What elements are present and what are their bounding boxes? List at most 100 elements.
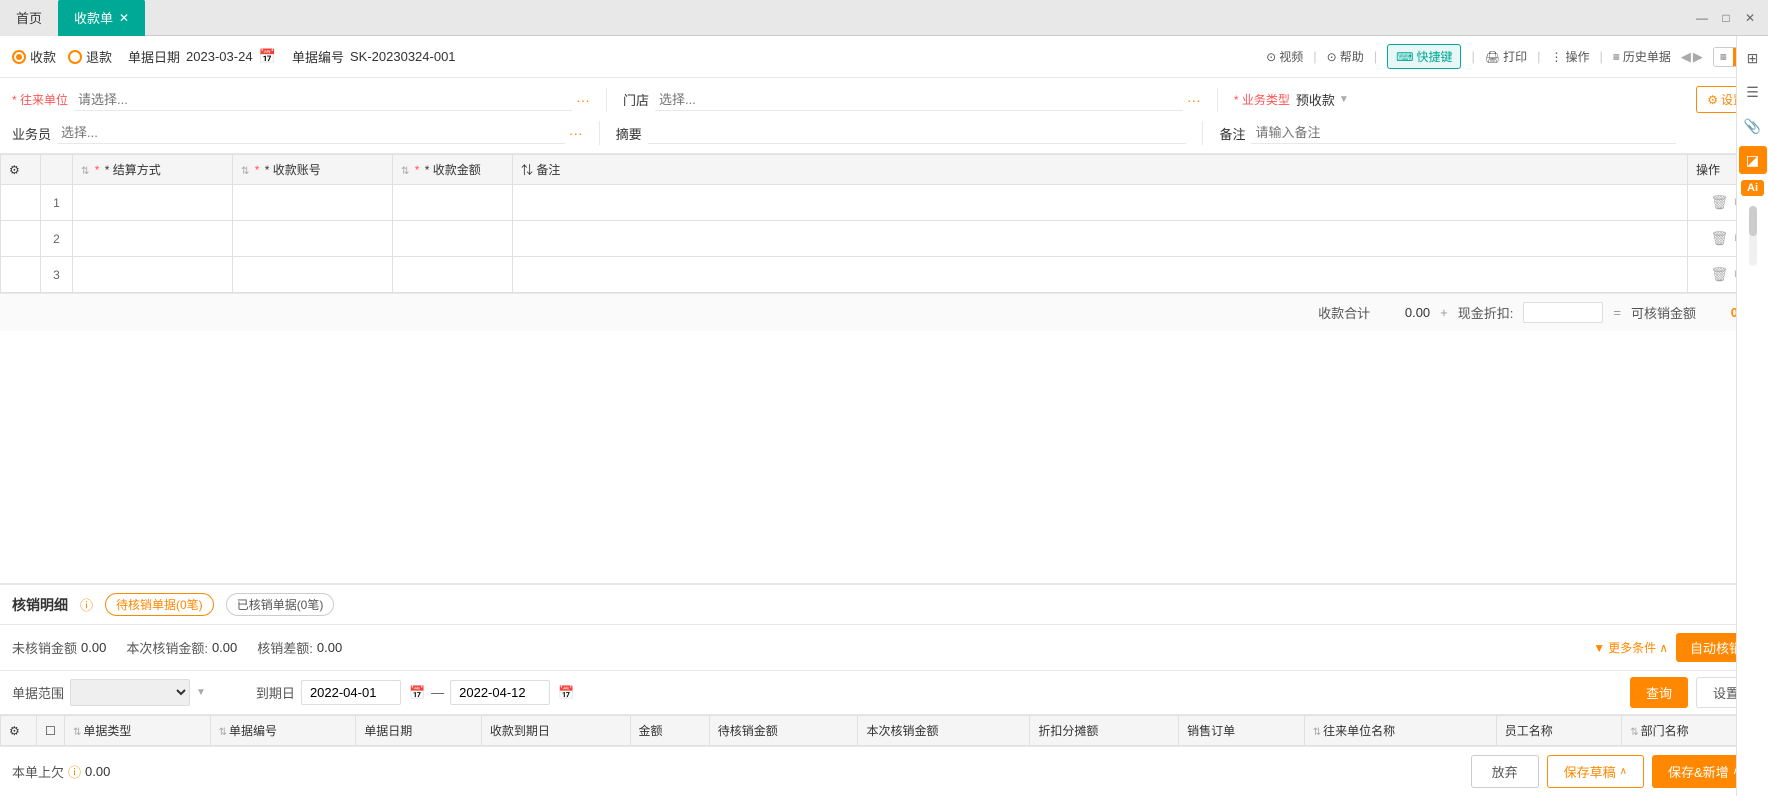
amount-sort-icon: ⇅ <box>401 166 409 177</box>
row3-delete-icon[interactable]: 🗑 <box>1711 266 1729 283</box>
row2-settle[interactable] <box>73 221 233 257</box>
view-list-button[interactable]: ≡ <box>1714 48 1733 66</box>
operation-icon: ⋮ <box>1550 50 1562 64</box>
bottom-info-icon[interactable]: ⓘ <box>68 762 81 781</box>
chevron-up-icon: ∧ <box>1659 641 1668 655</box>
summary-input[interactable] <box>648 122 1187 144</box>
row1-settings <box>1 185 41 221</box>
total-label: 收款合计 <box>1318 303 1370 322</box>
tab-close-icon[interactable]: ✕ <box>119 11 129 25</box>
row1-delete-icon[interactable]: 🗑 <box>1711 194 1729 211</box>
help-icon: ⊙ <box>1327 50 1337 64</box>
salesperson-input[interactable] <box>57 122 565 144</box>
range-select[interactable] <box>70 679 190 706</box>
history-button[interactable]: ≡ 历史单据 <box>1613 48 1671 65</box>
row1-settle[interactable] <box>73 185 233 221</box>
refund-radio[interactable]: 退款 <box>68 47 112 66</box>
available-label: 可核销金额 <box>1631 303 1696 322</box>
due-date-to-input[interactable] <box>450 680 550 705</box>
refund-radio-label: 退款 <box>86 47 112 66</box>
query-label: 查询 <box>1646 686 1672 701</box>
rcol-settings[interactable]: ⚙ <box>1 716 37 746</box>
row2-settings <box>1 221 41 257</box>
rcol-sales-order: 销售订单 <box>1179 716 1305 746</box>
save-draft-button[interactable]: 保存草稿 ∧ <box>1547 755 1644 788</box>
counter-party-input[interactable] <box>74 89 572 111</box>
store-more-icon[interactable]: ··· <box>1187 92 1201 108</box>
diff-stat: 核销差额: 0.00 <box>257 638 342 657</box>
memo-input[interactable] <box>1251 122 1676 144</box>
more-conditions-button[interactable]: ▼ 更多条件 ∧ <box>1593 639 1668 656</box>
counter-party-label: * 往来单位 <box>12 91 68 108</box>
bottom-right-buttons: 放弃 保存草稿 ∧ 保存&新增 ∧ <box>1471 755 1756 788</box>
print-button[interactable]: 🖨 打印 <box>1485 48 1527 65</box>
date-from-calendar-icon[interactable]: 📅 <box>409 685 425 701</box>
row3-remark[interactable] <box>513 257 1688 293</box>
reconcile-title: 核销明细 <box>12 595 68 615</box>
rcol-checkbox[interactable]: ☐ <box>37 716 65 746</box>
date-to-calendar-icon[interactable]: 📅 <box>558 685 574 701</box>
due-date-field: 到期日 📅 — 📅 <box>256 680 574 705</box>
next-arrow[interactable]: ▶ <box>1693 49 1703 65</box>
prev-arrow[interactable]: ◀ <box>1681 49 1691 65</box>
receipt-radio[interactable]: 收款 <box>12 47 56 66</box>
minimize-button[interactable]: — <box>1694 10 1710 26</box>
sidebar-attach-icon[interactable]: 📎 <box>1739 112 1767 140</box>
due-date-from-input[interactable] <box>301 680 401 705</box>
date-calendar-icon[interactable]: 📅 <box>259 48 276 65</box>
tab-home[interactable]: 首页 <box>0 0 58 36</box>
maximize-button[interactable]: □ <box>1718 10 1734 26</box>
sidebar-list-icon[interactable]: ☰ <box>1739 78 1767 106</box>
main-content: 收款 退款 单据日期 2023-03-24 📅 单据编号 SK-20230324… <box>0 36 1768 796</box>
store-input[interactable] <box>655 89 1183 111</box>
video-icon: ⊙ <box>1266 50 1276 64</box>
counter-party-more-icon[interactable]: ··· <box>576 92 590 108</box>
range-label: 单据范围 <box>12 683 64 702</box>
row2-remark[interactable] <box>513 221 1688 257</box>
range-field: 单据范围 ▼ <box>12 679 206 706</box>
sidebar-expand-icon[interactable]: ◪ <box>1739 146 1767 174</box>
row2-amount[interactable] <box>393 221 513 257</box>
diff-value: 0.00 <box>317 640 342 655</box>
row3-account[interactable] <box>233 257 393 293</box>
done-tag-button[interactable]: 已核销单据(0笔) <box>226 593 335 616</box>
scrollbar-thumb[interactable] <box>1749 206 1757 236</box>
sidebar-table-icon[interactable]: ⊞ <box>1739 44 1767 72</box>
reconcile-info-icon[interactable]: ⓘ <box>80 595 93 614</box>
row1-remark[interactable] <box>513 185 1688 221</box>
abandon-button[interactable]: 放弃 <box>1471 755 1539 788</box>
save-draft-chevron: ∧ <box>1620 766 1627 777</box>
nav-arrows: ◀ ▶ <box>1681 49 1703 65</box>
save-new-label: 保存&新增 <box>1668 762 1729 781</box>
row2-account[interactable] <box>233 221 393 257</box>
business-type-chevron[interactable]: ▼ <box>1339 94 1349 105</box>
tab-receipt[interactable]: 收款单 ✕ <box>58 0 145 36</box>
receipt-radio-dot <box>12 50 26 64</box>
close-button[interactable]: ✕ <box>1742 10 1758 26</box>
discount-input[interactable] <box>1523 302 1603 323</box>
right-sidebar: ⊞ ☰ 📎 ◪ Ai <box>1736 36 1768 796</box>
ai-badge[interactable]: Ai <box>1741 180 1764 196</box>
row1-amount[interactable] <box>393 185 513 221</box>
salesperson-more-icon[interactable]: ··· <box>569 125 583 141</box>
row3-settle[interactable] <box>73 257 233 293</box>
row2-num: 2 <box>41 221 73 257</box>
help-button[interactable]: ⊙ 帮助 <box>1327 48 1364 65</box>
abandon-label: 放弃 <box>1492 765 1518 780</box>
pending-tag-button[interactable]: 待核销单据(0笔) <box>105 593 214 616</box>
operation-button[interactable]: ⋮ 操作 <box>1550 48 1589 65</box>
shortcut-button[interactable]: ⌨ 快捷键 <box>1387 44 1461 69</box>
pending-tag-label: 待核销单据(0笔) <box>116 598 203 612</box>
video-button[interactable]: ⊙ 视频 <box>1266 48 1303 65</box>
col-settings-header[interactable]: ⚙ <box>1 155 41 185</box>
row1-num: 1 <box>41 185 73 221</box>
tab-home-label: 首页 <box>16 8 42 27</box>
col-remark-label: 备注 <box>536 163 560 177</box>
row2-delete-icon[interactable]: 🗑 <box>1711 230 1729 247</box>
row3-amount[interactable] <box>393 257 513 293</box>
current-reconcile-value: 0.00 <box>212 640 237 655</box>
query-button[interactable]: 查询 <box>1630 677 1688 708</box>
video-label: 视频 <box>1279 48 1303 65</box>
sep2: | <box>1374 49 1377 64</box>
row1-account[interactable] <box>233 185 393 221</box>
